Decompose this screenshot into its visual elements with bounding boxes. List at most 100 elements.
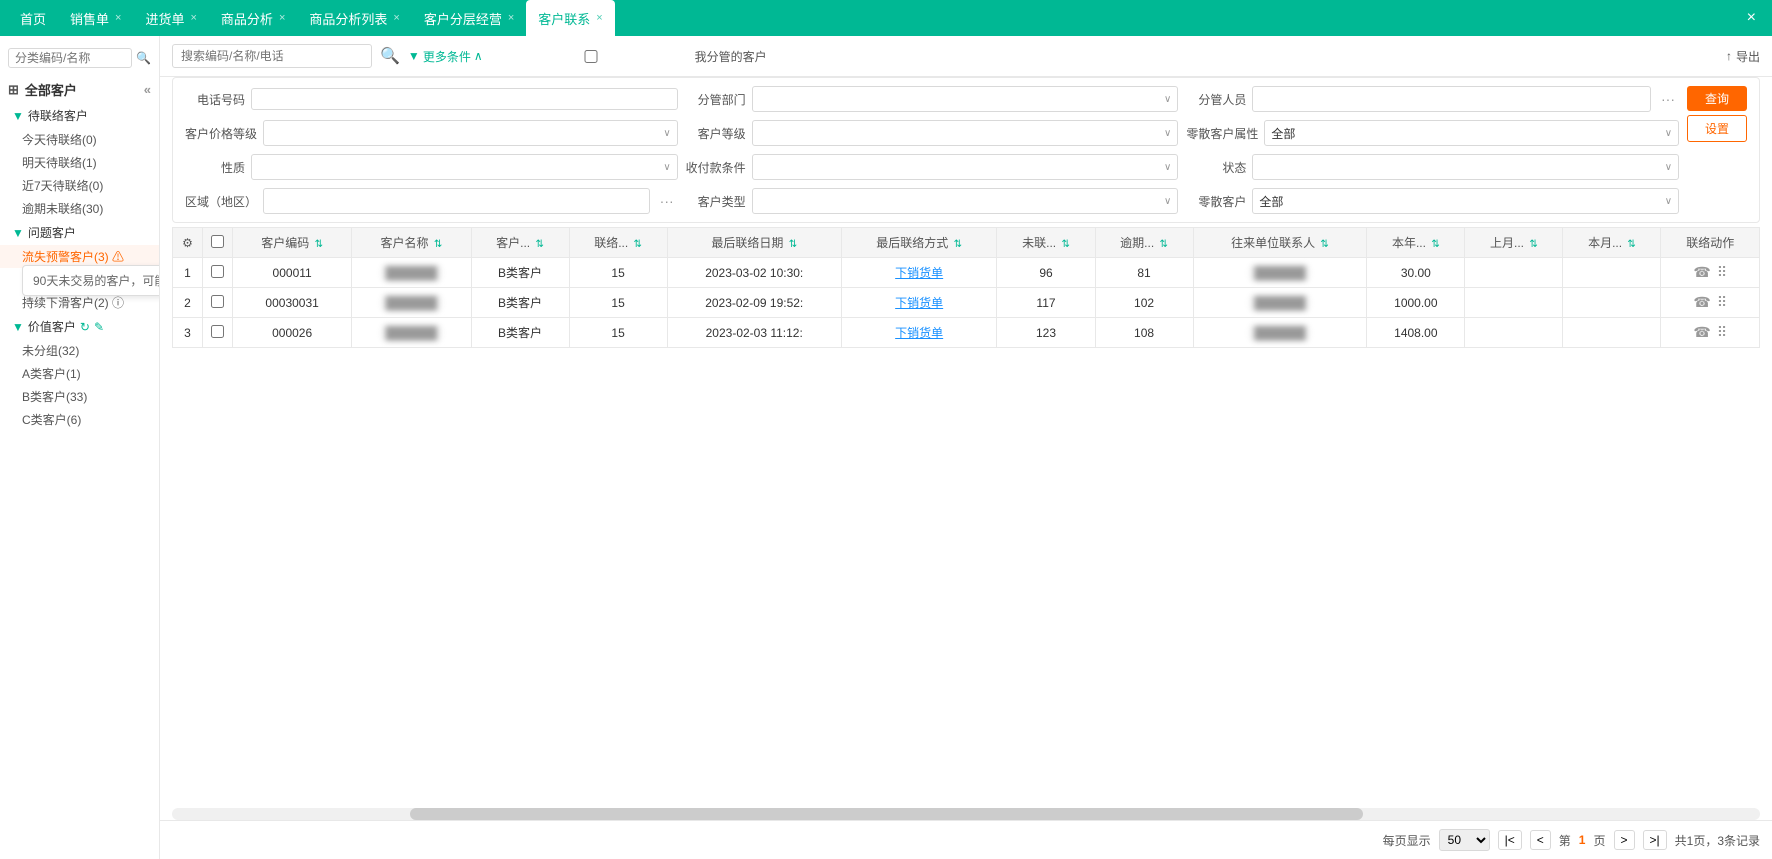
filter-more-btn[interactable]: ▼ 更多条件 ∧ <box>408 48 483 65</box>
filter-customer-grade-field: 客户等级 ∨ <box>686 120 1179 146</box>
th-name[interactable]: 客户名称 ⇅ <box>352 228 471 258</box>
row3-method-link[interactable]: 下销货单 <box>895 326 943 340</box>
tab-sales[interactable]: 销售单 × <box>58 0 133 36</box>
next-page-btn[interactable]: > <box>1614 830 1635 850</box>
row2-last-month <box>1465 288 1563 318</box>
search-input[interactable] <box>172 44 372 68</box>
tab-sales-close[interactable]: × <box>115 12 121 24</box>
filter-customer-grade-select[interactable]: ∨ <box>752 120 1179 146</box>
row1-check[interactable] <box>211 265 224 278</box>
sidebar-group-value[interactable]: ▼ 价值客户 ↻ ✎ <box>0 314 159 339</box>
tab-analysis-list-close[interactable]: × <box>393 12 399 24</box>
filter-scatter-attr-select[interactable]: 全部 ∨ <box>1264 120 1679 146</box>
export-button[interactable]: ↑ 导出 <box>1726 48 1760 65</box>
select-all-checkbox[interactable] <box>211 235 224 248</box>
th-uncontacted[interactable]: 未联... ⇅ <box>997 228 1095 258</box>
filter-customer-type-field: 客户类型 ∨ <box>686 188 1179 214</box>
row3-checkbox[interactable] <box>203 318 233 348</box>
first-page-btn[interactable]: |< <box>1498 830 1522 850</box>
th-this-month[interactable]: 本月... ⇅ <box>1563 228 1661 258</box>
row3-last-method[interactable]: 下销货单 <box>841 318 997 348</box>
row2-check[interactable] <box>211 295 224 308</box>
window-close-btn[interactable]: × <box>1739 9 1764 27</box>
th-last-month[interactable]: 上月... ⇅ <box>1465 228 1563 258</box>
th-last-date[interactable]: 最后联络日期 ⇅ <box>667 228 841 258</box>
tab-customer-contact-close[interactable]: × <box>596 12 602 24</box>
filter-scatter-customer-select[interactable]: 全部 ∨ <box>1252 188 1679 214</box>
filter-person-dots[interactable]: ··· <box>1657 91 1679 107</box>
row3-type: B类客户 <box>471 318 569 348</box>
filter-status-select[interactable]: ∨ <box>1252 154 1679 180</box>
filter-dept-select[interactable]: ∨ <box>752 86 1179 112</box>
churn-tooltip: 90天未交易的客户，可能有流失风险。 <box>22 265 160 296</box>
filter-customer-type-select[interactable]: ∨ <box>752 188 1179 214</box>
edit-icon[interactable]: ✎ <box>94 320 104 334</box>
row2-checkbox[interactable] <box>203 288 233 318</box>
th-last-method[interactable]: 最后联络方式 ⇅ <box>841 228 997 258</box>
row1-more-icon[interactable]: ⠿ <box>1717 264 1727 281</box>
row2-method-link[interactable]: 下销货单 <box>895 296 943 310</box>
sidebar-item-tomorrow[interactable]: 明天待联络(1) <box>0 151 159 174</box>
sidebar-search-input[interactable] <box>8 48 132 68</box>
th-settings[interactable]: ⚙ <box>173 228 203 258</box>
tab-customer-tier-close[interactable]: × <box>508 12 514 24</box>
sidebar-item-today[interactable]: 今天待联络(0) <box>0 128 159 151</box>
sidebar-item-overdue[interactable]: 逾期未联络(30) <box>0 197 159 220</box>
row2-more-icon[interactable]: ⠿ <box>1717 294 1727 311</box>
th-unit-contact[interactable]: 往来单位联系人 ⇅ <box>1193 228 1367 258</box>
row3-contact-icon[interactable]: ☎ <box>1693 324 1710 341</box>
tab-analysis-list[interactable]: 商品分析列表 × <box>297 0 411 36</box>
row3-check[interactable] <box>211 325 224 338</box>
tab-home[interactable]: 首页 <box>8 0 58 36</box>
filter-person-select[interactable] <box>1252 86 1651 112</box>
my-customer-checkbox[interactable] <box>491 50 691 63</box>
tab-analysis[interactable]: 商品分析 × <box>209 0 297 36</box>
content-area: 🔍 ▼ 更多条件 ∧ 我分管的客户 ↑ 导出 <box>160 36 1772 859</box>
scrollbar-thumb[interactable] <box>410 808 1363 820</box>
th-contact[interactable]: 联络... ⇅ <box>569 228 667 258</box>
sidebar-item-ungroup[interactable]: 未分组(32) <box>0 339 159 362</box>
tab-purchase[interactable]: 进货单 × <box>133 0 208 36</box>
sidebar-group-pending[interactable]: ▼ 待联络客户 <box>0 103 159 128</box>
sidebar-collapse-icon[interactable]: « <box>144 82 151 97</box>
tab-customer-contact[interactable]: 客户联系 × <box>526 0 614 36</box>
th-this-year[interactable]: 本年... ⇅ <box>1367 228 1465 258</box>
tab-analysis-close[interactable]: × <box>279 12 285 24</box>
row1-method-link[interactable]: 下销货单 <box>895 266 943 280</box>
row1-checkbox[interactable] <box>203 258 233 288</box>
row1-contact-icon[interactable]: ☎ <box>1693 264 1710 281</box>
sidebar-item-7days[interactable]: 近7天待联络(0) <box>0 174 159 197</box>
sidebar-item-class-c[interactable]: C类客户(6) <box>0 408 159 431</box>
row1-last-method[interactable]: 下销货单 <box>841 258 997 288</box>
row3-more-icon[interactable]: ⠿ <box>1717 324 1727 341</box>
refresh-icon[interactable]: ↻ <box>80 320 90 334</box>
filter-payment-select[interactable]: ∨ <box>752 154 1179 180</box>
filter-region-select[interactable] <box>263 188 650 214</box>
settings-button[interactable]: 设置 <box>1687 115 1747 142</box>
sidebar-item-class-a[interactable]: A类客户(1) <box>0 362 159 385</box>
row2-contact-icon[interactable]: ☎ <box>1693 294 1710 311</box>
filter-price-grade-select[interactable]: ∨ <box>263 120 678 146</box>
filter-status-label: 状态 <box>1186 159 1246 176</box>
prev-page-btn[interactable]: < <box>1530 830 1551 850</box>
tab-analysis-label: 商品分析 <box>221 9 273 28</box>
last-page-btn[interactable]: >| <box>1643 830 1667 850</box>
filter-phone-input[interactable] <box>251 88 678 110</box>
row2-last-method[interactable]: 下销货单 <box>841 288 997 318</box>
per-page-select[interactable]: 50 100 200 <box>1439 829 1490 851</box>
my-customer-checkbox-label[interactable]: 我分管的客户 <box>491 48 767 65</box>
tab-purchase-close[interactable]: × <box>190 12 196 24</box>
horizontal-scrollbar[interactable] <box>172 808 1760 820</box>
query-button[interactable]: 查询 <box>1687 86 1747 111</box>
filter-nature-select[interactable]: ∨ <box>251 154 678 180</box>
sidebar-item-class-b[interactable]: B类客户(33) <box>0 385 159 408</box>
tab-customer-tier[interactable]: 客户分层经营 × <box>412 0 526 36</box>
filter-region-dots[interactable]: ··· <box>656 193 678 209</box>
sidebar-search-icon[interactable]: 🔍 <box>136 51 151 65</box>
search-button[interactable]: 🔍 <box>380 46 400 66</box>
sidebar-group-problem[interactable]: ▼ 问题客户 <box>0 220 159 245</box>
sidebar-all-customers[interactable]: ⊞ 全部客户 « <box>0 76 159 103</box>
th-code[interactable]: 客户编码 ⇅ <box>233 228 352 258</box>
th-overdue[interactable]: 逾期... ⇅ <box>1095 228 1193 258</box>
th-type[interactable]: 客户... ⇅ <box>471 228 569 258</box>
